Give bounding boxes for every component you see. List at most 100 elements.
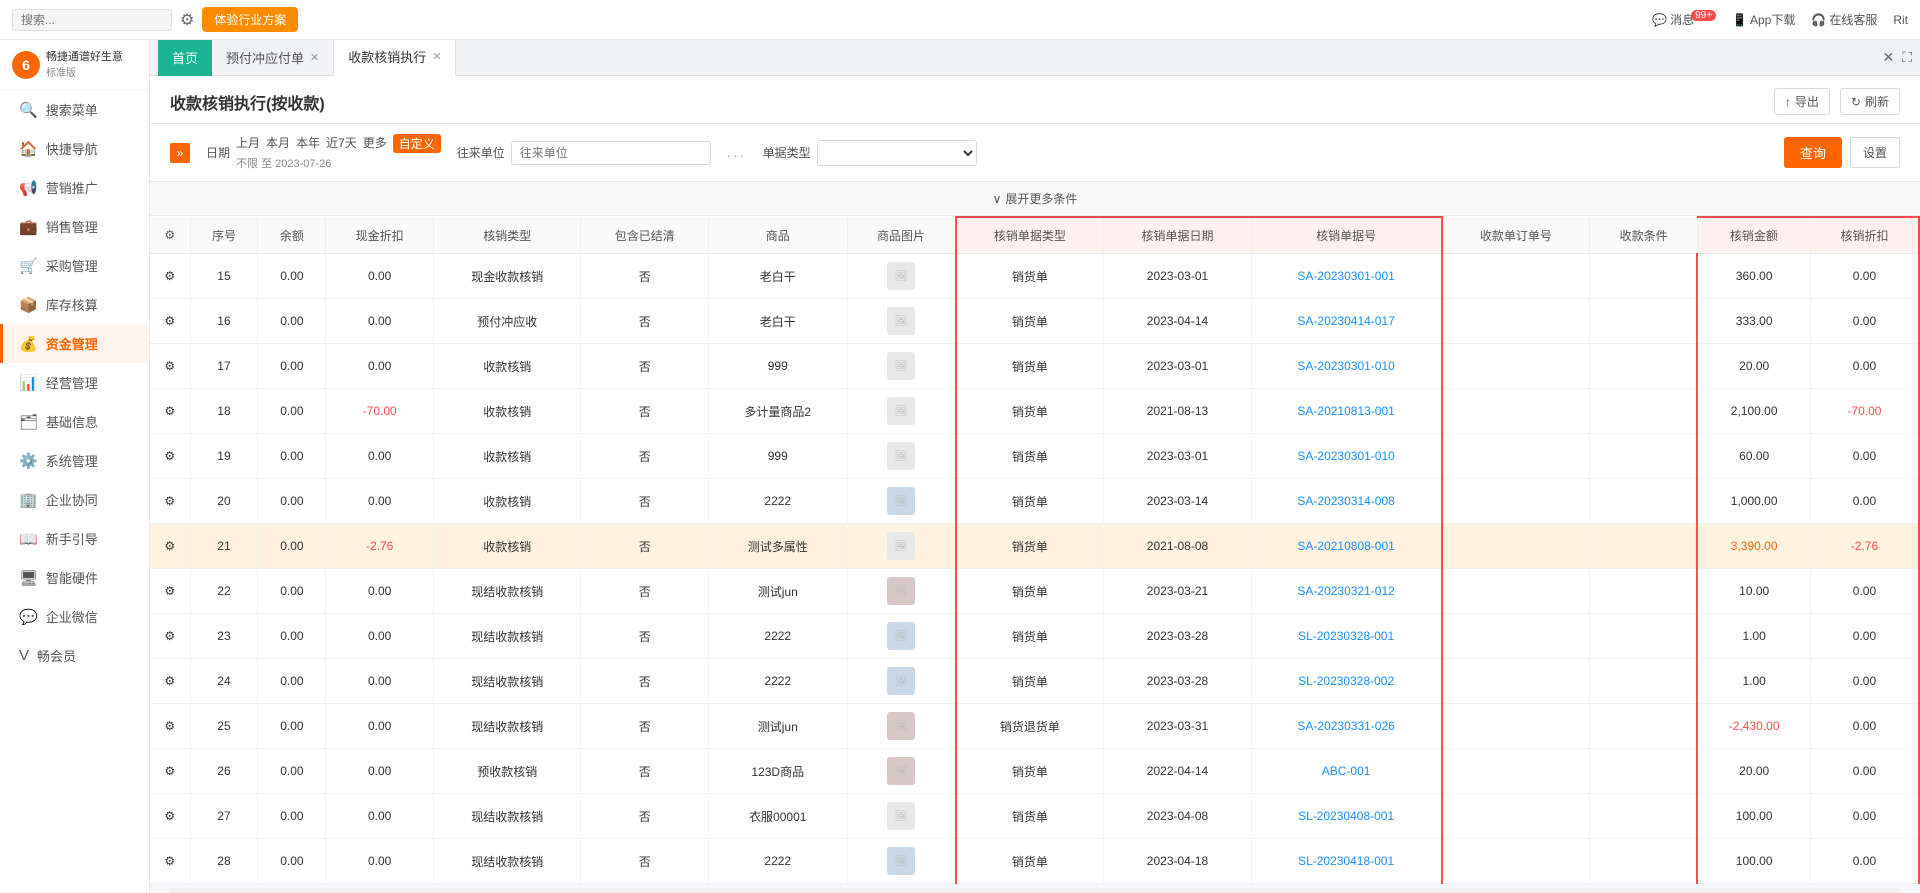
row-bill-no[interactable]: SL-20230328-001: [1251, 614, 1441, 659]
row-settings[interactable]: ⚙: [150, 299, 190, 344]
row-bill-no[interactable]: ABC-001: [1251, 749, 1441, 794]
row-bill-no[interactable]: SA-20230301-001: [1251, 254, 1441, 299]
expand-more-btn[interactable]: ∨ 展开更多条件: [993, 190, 1078, 207]
filter-expand-btn[interactable]: »: [170, 143, 190, 163]
sidebar-item-label: 营销推广: [46, 178, 98, 197]
row-settings[interactable]: ⚙: [150, 749, 190, 794]
row-bill-no[interactable]: SA-20210808-001: [1251, 524, 1441, 569]
row-settings[interactable]: ⚙: [150, 569, 190, 614]
row-settings[interactable]: ⚙: [150, 794, 190, 839]
row-cash-discount: 0.00: [326, 434, 434, 479]
row-bill-no[interactable]: SL-20230408-001: [1251, 794, 1441, 839]
row-included-settled: 否: [581, 434, 709, 479]
content-area: 首页 预付冲应付单 ✕ 收款核销执行 ✕ ✕ ⛶ 收款核销执行(按收款) ↑: [150, 40, 1920, 893]
row-bill-no[interactable]: SA-20230331-026: [1251, 704, 1441, 749]
row-settings[interactable]: ⚙: [150, 839, 190, 884]
sidebar-item-basic[interactable]: 🗂基础信息: [0, 402, 149, 441]
tab-home[interactable]: 首页: [158, 40, 212, 76]
tab-prepay[interactable]: 预付冲应付单 ✕: [212, 40, 334, 76]
row-receipt-order: [1442, 749, 1590, 794]
export-btn[interactable]: ↑ 导出: [1774, 88, 1830, 115]
horizontal-scrollbar[interactable]: [170, 888, 1900, 893]
sidebar-item-search[interactable]: 🔍搜索菜单: [0, 90, 149, 129]
query-btn[interactable]: 查询: [1784, 137, 1842, 168]
row-settings[interactable]: ⚙: [150, 659, 190, 704]
filter-last-month[interactable]: 上月: [236, 134, 260, 153]
tab-close-all-btn[interactable]: ✕: [1882, 49, 1894, 66]
row-cancel-discount: 0.00: [1810, 569, 1919, 614]
sidebar-item-inventory[interactable]: 📦库存核算: [0, 285, 149, 324]
user-profile[interactable]: Rit: [1893, 13, 1908, 27]
row-balance: 0.00: [258, 659, 326, 704]
col-header-included_settled: 包含已结清: [581, 217, 709, 254]
filter-this-year[interactable]: 本年: [296, 134, 320, 153]
inventory-icon: 📦: [19, 296, 38, 314]
row-bill-no[interactable]: SA-20230301-010: [1251, 344, 1441, 389]
row-balance: 0.00: [258, 254, 326, 299]
tab-prepay-close[interactable]: ✕: [310, 51, 319, 64]
row-settings[interactable]: ⚙: [150, 434, 190, 479]
purchase-icon: 🛒: [19, 257, 38, 275]
table-row: ⚙280.000.00现结收款核销否2222🖼销货单2023-04-18SL-2…: [150, 839, 1919, 884]
row-bill-date: 2023-03-01: [1104, 344, 1251, 389]
row-bill-no[interactable]: SL-20230418-001: [1251, 839, 1441, 884]
row-settings[interactable]: ⚙: [150, 614, 190, 659]
row-bill-no[interactable]: SA-20230301-010: [1251, 434, 1441, 479]
row-cancel-amount: -2,430.00: [1697, 704, 1810, 749]
row-goods: 测试多属性: [708, 524, 847, 569]
sidebar-item-guide[interactable]: 📖新手引导: [0, 519, 149, 558]
sidebar-item-corp[interactable]: 🏢企业协同: [0, 480, 149, 519]
gear-icon[interactable]: ⚙: [180, 10, 194, 30]
sidebar-item-finance[interactable]: 💰资金管理: [0, 324, 149, 363]
app-download-btn[interactable]: 📱 App下载: [1732, 11, 1795, 28]
sidebar-item-ops[interactable]: 📊经营管理: [0, 363, 149, 402]
sidebar-item-quick-nav[interactable]: 🏠快捷导航: [0, 129, 149, 168]
sidebar-item-wechat[interactable]: 💬企业微信: [0, 597, 149, 636]
sidebar-item-marketing[interactable]: 📢营销推广: [0, 168, 149, 207]
filter-7days[interactable]: 近7天: [326, 134, 357, 153]
filter-this-month[interactable]: 本月: [266, 134, 290, 153]
row-balance: 0.00: [258, 479, 326, 524]
row-bill-no[interactable]: SL-20230328-002: [1251, 659, 1441, 704]
row-settings[interactable]: ⚙: [150, 254, 190, 299]
filter-custom[interactable]: 自定义: [393, 134, 441, 153]
refresh-btn[interactable]: ↻ 刷新: [1840, 88, 1900, 115]
filter-more[interactable]: 更多: [363, 134, 387, 153]
messages-btn[interactable]: 💬 消息 99+: [1652, 11, 1716, 28]
col-header-cancel_type: 核销类型: [434, 217, 581, 254]
row-id: 28: [190, 839, 258, 884]
tab-receipt-close[interactable]: ✕: [432, 50, 441, 63]
counterpart-input[interactable]: [511, 141, 711, 165]
sidebar-item-member[interactable]: V畅会员: [0, 636, 149, 675]
row-goods-image: 🖼: [847, 659, 956, 704]
tab-maximize-btn[interactable]: ⛶: [1902, 49, 1912, 66]
row-receipt-order: [1442, 479, 1590, 524]
online-service-btn[interactable]: 🎧 在线客服: [1811, 11, 1877, 28]
row-id: 15: [190, 254, 258, 299]
sidebar-item-purchase[interactable]: 🛒采购管理: [0, 246, 149, 285]
row-bill-no[interactable]: SA-20210813-001: [1251, 389, 1441, 434]
row-settings[interactable]: ⚙: [150, 479, 190, 524]
row-settings[interactable]: ⚙: [150, 524, 190, 569]
row-cancel-amount: 20.00: [1697, 344, 1810, 389]
row-settings[interactable]: ⚙: [150, 704, 190, 749]
tab-receipt[interactable]: 收款核销执行 ✕: [334, 40, 456, 76]
sidebar-item-system[interactable]: ⚙️系统管理: [0, 441, 149, 480]
sidebar-item-sales[interactable]: 💼销售管理: [0, 207, 149, 246]
row-receipt-cond: [1590, 299, 1698, 344]
row-cancel-type: 现金收款核销: [434, 254, 581, 299]
top-search-input[interactable]: [12, 9, 172, 31]
row-goods: 2222: [708, 839, 847, 884]
row-bill-no[interactable]: SA-20230314-008: [1251, 479, 1441, 524]
bill-type-select[interactable]: [817, 140, 977, 166]
row-receipt-order: [1442, 569, 1590, 614]
filter-settings-btn[interactable]: 设置: [1850, 137, 1900, 168]
sidebar-item-hardware[interactable]: 🖥智能硬件: [0, 558, 149, 597]
row-settings[interactable]: ⚙: [150, 344, 190, 389]
row-cash-discount: 0.00: [326, 614, 434, 659]
row-bill-no[interactable]: SA-20230414-017: [1251, 299, 1441, 344]
industry-btn[interactable]: 体验行业方案: [202, 7, 298, 32]
sidebar-logo: 6 畅捷通谱好生意 标准版: [0, 40, 149, 90]
row-settings[interactable]: ⚙: [150, 389, 190, 434]
row-bill-no[interactable]: SA-20230321-012: [1251, 569, 1441, 614]
